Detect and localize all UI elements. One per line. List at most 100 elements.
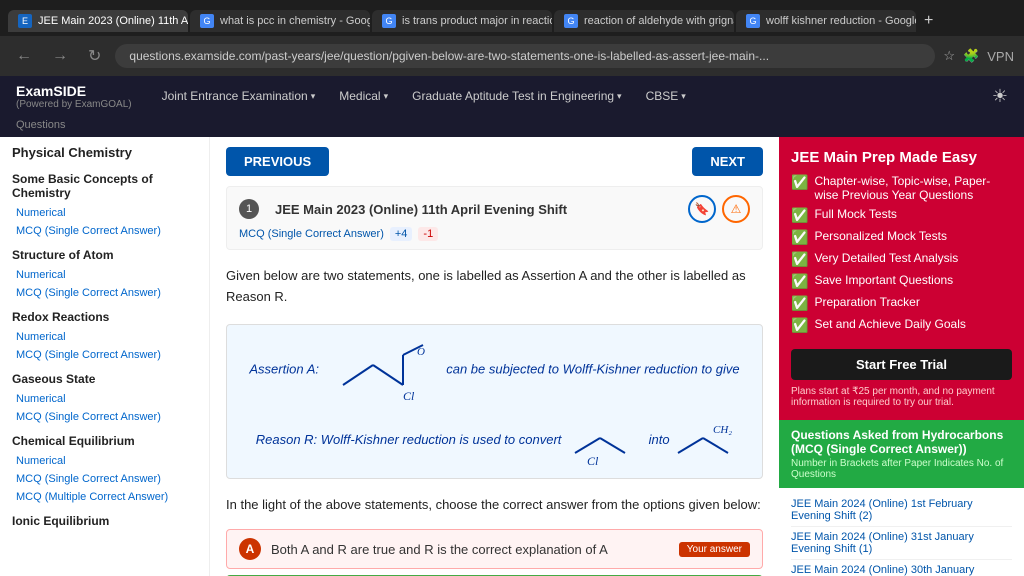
nav-tab-jee[interactable]: Joint Entrance Examination ▾ [152, 85, 326, 107]
browser-chrome: E JEE Main 2023 (Online) 11th Ap... ✕ G … [0, 0, 1024, 76]
app-logo-text: ExamSIDE [16, 83, 132, 99]
option-text-a: Both A and R are true and R is the corre… [271, 542, 679, 557]
answer-option-a[interactable]: A Both A and R are true and R is the cor… [226, 529, 763, 569]
chevron-down-icon-3: ▾ [617, 91, 622, 102]
content-nav: PREVIOUS NEXT [210, 137, 779, 186]
check-icon-4: ✅ [791, 251, 808, 268]
extensions-icon: 🧩 [963, 48, 979, 64]
theme-toggle-icon[interactable]: ☀ [992, 86, 1008, 107]
nav-tab-gate[interactable]: Graduate Aptitude Test in Engineering ▾ [402, 85, 631, 107]
assertion-structure-svg: Cl O [323, 335, 443, 405]
warning-icon[interactable]: ⚠ [722, 195, 750, 223]
bookmark-question-icon[interactable]: 🔖 [688, 195, 716, 223]
tag-plus: +4 [390, 227, 413, 241]
sidebar-item-structure-numerical[interactable]: Numerical [0, 266, 209, 284]
questions-from-box: Questions Asked from Hydrocarbons (MCQ (… [779, 420, 1024, 488]
question-tags: MCQ (Single Correct Answer) +4 -1 [239, 227, 750, 241]
breadcrumb-bar: Questions [0, 116, 1024, 137]
sidebar-item-redox-numerical[interactable]: Numerical [0, 328, 209, 346]
q-list-item-3[interactable]: JEE Main 2024 (Online) 30th January Even… [791, 560, 1012, 576]
vpn-icon: VPN [987, 49, 1014, 64]
start-free-trial-button[interactable]: Start Free Trial [791, 349, 1012, 380]
chevron-down-icon-2: ▾ [384, 91, 389, 102]
reason-structure-svg: Cl [565, 413, 645, 468]
promo-item-2: ✅ Full Mock Tests [791, 207, 1012, 224]
promo-item-7: ✅ Set and Achieve Daily Goals [791, 317, 1012, 334]
question-text: Given below are two statements, one is l… [226, 258, 763, 316]
nav-tab-medical[interactable]: Medical ▾ [329, 85, 398, 107]
tab-favicon-3: G [382, 14, 396, 28]
next-button[interactable]: NEXT [692, 147, 763, 176]
tab-4[interactable]: G reaction of aldehyde with grignard r..… [554, 10, 734, 32]
sidebar-item-some-basic-numerical[interactable]: Numerical [0, 204, 209, 222]
tab-5[interactable]: G wolff kishner reduction - Google Se... [736, 10, 916, 32]
sidebar-item-ionic[interactable]: Ionic Equilibrium [0, 506, 209, 532]
tab-label-4: reaction of aldehyde with grignard r... [584, 15, 734, 27]
question-number: 1 [239, 199, 259, 219]
sidebar-section-physical-chemistry: Physical Chemistry [0, 137, 209, 164]
sidebar-item-chemical-equilibrium[interactable]: Chemical Equilibrium [0, 426, 209, 452]
sidebar-item-structure-mcq[interactable]: MCQ (Single Correct Answer) [0, 284, 209, 302]
check-icon-1: ✅ [791, 174, 808, 191]
tab-label: JEE Main 2023 (Online) 11th Ap... [38, 15, 188, 27]
reload-button[interactable]: ↻ [82, 44, 107, 68]
check-icon-5: ✅ [791, 273, 808, 290]
nav-tab-cbse[interactable]: CBSE ▾ [636, 85, 696, 107]
promo-item-4: ✅ Very Detailed Test Analysis [791, 251, 1012, 268]
back-button[interactable]: ← [10, 45, 38, 67]
promo-note: Plans start at ₹25 per month, and no pay… [791, 386, 1012, 408]
tab-active[interactable]: E JEE Main 2023 (Online) 11th Ap... ✕ [8, 10, 188, 32]
sidebar-item-cheq-mcq[interactable]: MCQ (Single Correct Answer) [0, 470, 209, 488]
sidebar-item-cheq-mcq-multi[interactable]: MCQ (Multiple Correct Answer) [0, 488, 209, 506]
tab-label-2: what is pcc in chemistry - Google S... [220, 15, 370, 27]
app-logo-sub: (Powered by ExamGOAL) [16, 99, 132, 110]
q-list-item-2[interactable]: JEE Main 2024 (Online) 31st January Even… [791, 527, 1012, 560]
new-tab-button[interactable]: + [918, 12, 939, 30]
questions-from-title: Questions Asked from Hydrocarbons (MCQ (… [791, 428, 1012, 456]
question-exam: JEE Main 2023 (Online) 11th April Evenin… [275, 202, 567, 217]
your-answer-badge: Your answer [679, 542, 750, 557]
sidebar-item-gaseous-mcq[interactable]: MCQ (Single Correct Answer) [0, 408, 209, 426]
question-header: 1 JEE Main 2023 (Online) 11th April Even… [226, 186, 763, 250]
chemistry-diagram: Assertion A: Cl O can be subjected to Wo… [226, 324, 763, 479]
sidebar-item-structure-of-atom[interactable]: Structure of Atom [0, 240, 209, 266]
right-panel: JEE Main Prep Made Easy ✅ Chapter-wise, … [779, 137, 1024, 576]
nav-tabs: Joint Entrance Examination ▾ Medical ▾ G… [152, 85, 696, 107]
sidebar-item-gaseous[interactable]: Gaseous State [0, 364, 209, 390]
sidebar-item-gaseous-numerical[interactable]: Numerical [0, 390, 209, 408]
question-box: 1 JEE Main 2023 (Online) 11th April Even… [210, 186, 779, 576]
sidebar: Physical Chemistry Some Basic Concepts o… [0, 137, 210, 576]
svg-text:Cl: Cl [587, 454, 599, 468]
app: ExamSIDE (Powered by ExamGOAL) Joint Ent… [0, 76, 1024, 576]
tab-favicon: E [18, 14, 32, 28]
promo-item-6: ✅ Preparation Tracker [791, 295, 1012, 312]
sidebar-item-some-basic-mcq[interactable]: MCQ (Single Correct Answer) [0, 222, 209, 240]
promo-item-1: ✅ Chapter-wise, Topic-wise, Paper-wise P… [791, 174, 1012, 202]
tab-favicon-4: G [564, 14, 578, 28]
assertion-text: Assertion A: Cl O can be subjected to Wo… [249, 335, 739, 405]
tab-label-5: wolff kishner reduction - Google Se... [766, 15, 916, 27]
forward-button[interactable]: → [46, 45, 74, 67]
sidebar-item-some-basic-concepts[interactable]: Some Basic Concepts of Chemistry [0, 164, 209, 204]
tab-2[interactable]: G what is pcc in chemistry - Google S... [190, 10, 370, 32]
sidebar-item-redox[interactable]: Redox Reactions [0, 302, 209, 328]
tab-3[interactable]: G is trans product major in reaction o..… [372, 10, 552, 32]
question-type: MCQ (Single Correct Answer) [239, 228, 384, 240]
bookmark-icon: ☆ [943, 48, 955, 64]
tag-minus: -1 [418, 227, 438, 241]
check-icon-7: ✅ [791, 317, 808, 334]
sidebar-item-cheq-numerical[interactable]: Numerical [0, 452, 209, 470]
content-area: PREVIOUS NEXT 1 JEE Main 2023 (Online) 1… [210, 137, 779, 576]
question-icons: 🔖 ⚠ [688, 195, 750, 223]
option-badge-a: A [239, 538, 261, 560]
browser-icons: ☆ 🧩 VPN [943, 48, 1014, 64]
url-bar[interactable] [115, 44, 935, 68]
reason-text: Reason R: Wolff-Kishner reduction is use… [256, 413, 733, 468]
chevron-down-icon: ▾ [311, 91, 316, 102]
promo-title: JEE Main Prep Made Easy [791, 149, 1012, 166]
previous-button[interactable]: PREVIOUS [226, 147, 329, 176]
question-list: JEE Main 2024 (Online) 1st February Even… [779, 488, 1024, 576]
sidebar-item-redox-mcq[interactable]: MCQ (Single Correct Answer) [0, 346, 209, 364]
q-list-item-1[interactable]: JEE Main 2024 (Online) 1st February Even… [791, 494, 1012, 527]
browser-controls: ← → ↻ ☆ 🧩 VPN [0, 36, 1024, 76]
